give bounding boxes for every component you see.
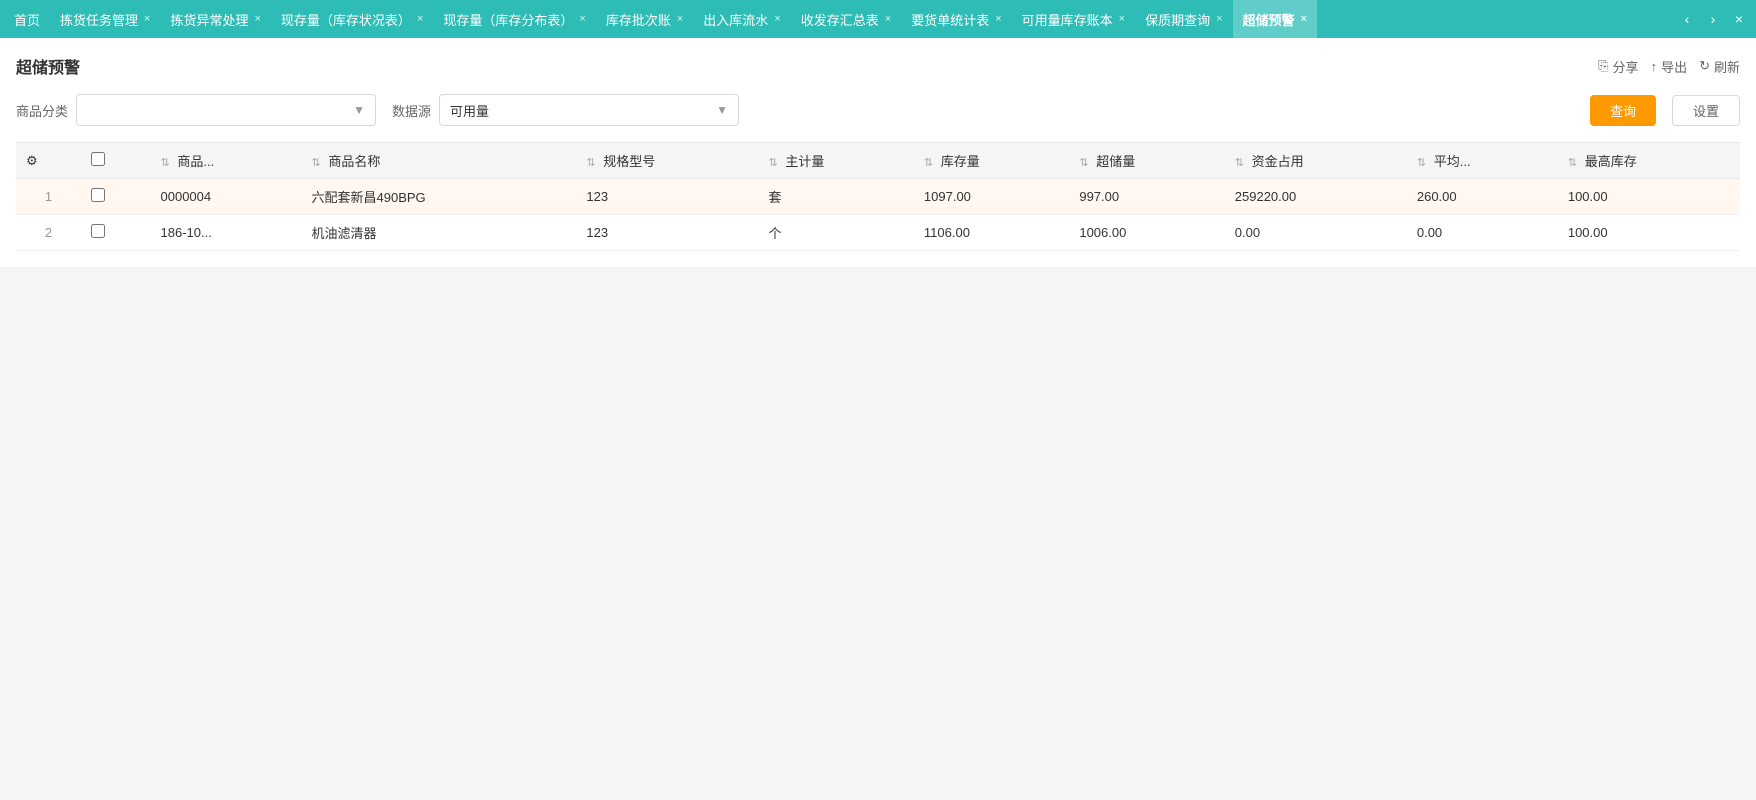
select-all-checkbox[interactable]: [91, 152, 105, 166]
table-row: 1 0000004 六配套新昌490BPG 123 套 1097.00 997.…: [16, 179, 1740, 215]
nav-tab-stock-dist[interactable]: 现存量（库存分布表） ×: [433, 0, 595, 38]
page-container: 超储预警 ⎘ 分享 ↑ 导出 ↻ 刷新 商品分类 ▼ 数据源: [0, 38, 1756, 267]
table-body: 1 0000004 六配套新昌490BPG 123 套 1097.00 997.…: [16, 179, 1740, 251]
row-capital-occ: 259220.00: [1225, 179, 1407, 215]
close-abnormal[interactable]: ×: [254, 13, 260, 25]
datasource-select[interactable]: 可用量 ▼: [439, 94, 739, 126]
category-filter-group: 商品分类 ▼: [16, 94, 376, 126]
th-avg[interactable]: 平均...: [1407, 143, 1558, 179]
row-max-stock: 100.00: [1558, 215, 1740, 251]
filter-right-actions: 查询 设置: [1590, 95, 1740, 126]
header-actions: ⎘ 分享 ↑ 导出 ↻ 刷新: [1598, 57, 1740, 76]
nav-tab-quality[interactable]: 保质期查询 ×: [1135, 0, 1232, 38]
row-spec: 123: [576, 215, 758, 251]
category-select[interactable]: ▼: [76, 94, 376, 126]
row-product-code: 186-10...: [151, 215, 302, 251]
row-stock-qty: 1097.00: [914, 179, 1069, 215]
nav-prev-btn[interactable]: ‹: [1674, 0, 1700, 38]
settings-button[interactable]: 设置: [1672, 95, 1740, 126]
row-overstock-qty: 997.00: [1069, 179, 1224, 215]
nav-tab-stock-status[interactable]: 现存量（库存状况表） ×: [271, 0, 433, 38]
th-capital-occ[interactable]: 资金占用: [1225, 143, 1407, 179]
row-unit: 个: [758, 215, 913, 251]
row-capital-occ: 0.00: [1225, 215, 1407, 251]
th-gear: ⚙: [16, 143, 81, 179]
nav-close-btn[interactable]: ×: [1726, 0, 1752, 38]
close-batch[interactable]: ×: [677, 13, 683, 25]
nav-tab-abnormal[interactable]: 拣货异常处理 ×: [160, 0, 270, 38]
row-checkbox[interactable]: [91, 224, 105, 238]
nav-arrows: ‹ › ×: [1674, 0, 1752, 38]
close-stock-dist[interactable]: ×: [579, 13, 585, 25]
page-title: 超储预警: [16, 54, 80, 78]
datasource-select-value: 可用量: [450, 101, 489, 120]
th-checkbox: [81, 143, 151, 179]
row-checkbox[interactable]: [91, 188, 105, 202]
row-product-name: 六配套新昌490BPG: [302, 179, 577, 215]
datasource-dropdown-icon: ▼: [716, 103, 728, 117]
filter-row: 商品分类 ▼ 数据源 可用量 ▼ 查询 设置: [16, 94, 1740, 126]
table-header: ⚙ 商品... 商品名称 规格型号 主计量 库存量: [16, 143, 1740, 179]
refresh-icon: ↻: [1699, 58, 1710, 74]
table-row: 2 186-10... 机油滤清器 123 个 1106.00 1006.00 …: [16, 215, 1740, 251]
close-quality[interactable]: ×: [1216, 13, 1222, 25]
nav-tab-order-stat[interactable]: 要货单统计表 ×: [901, 0, 1011, 38]
datasource-label: 数据源: [392, 101, 431, 120]
row-max-stock: 100.00: [1558, 179, 1740, 215]
top-nav: 首页 拣货任务管理 × 拣货异常处理 × 现存量（库存状况表） × 现存量（库存…: [0, 0, 1756, 38]
row-checkbox-cell: [81, 179, 151, 215]
close-collect[interactable]: ×: [885, 13, 891, 25]
page-header: 超储预警 ⎘ 分享 ↑ 导出 ↻ 刷新: [16, 54, 1740, 78]
row-stock-qty: 1106.00: [914, 215, 1069, 251]
row-num: 2: [16, 215, 81, 251]
row-product-name: 机油滤清器: [302, 215, 577, 251]
gear-icon[interactable]: ⚙: [26, 153, 38, 168]
close-inout[interactable]: ×: [774, 13, 780, 25]
share-icon: ⎘: [1598, 58, 1608, 74]
nav-tab-available[interactable]: 可用量库存账本 ×: [1012, 0, 1135, 38]
row-num: 1: [16, 179, 81, 215]
row-spec: 123: [576, 179, 758, 215]
nav-tab-task-mgmt[interactable]: 拣货任务管理 ×: [50, 0, 160, 38]
th-product-name[interactable]: 商品名称: [302, 143, 577, 179]
th-stock-qty[interactable]: 库存量: [914, 143, 1069, 179]
close-overstock[interactable]: ×: [1301, 13, 1307, 25]
refresh-button[interactable]: ↻ 刷新: [1699, 57, 1740, 76]
nav-tab-home[interactable]: 首页: [4, 0, 50, 38]
row-checkbox-cell: [81, 215, 151, 251]
share-button[interactable]: ⎘ 分享: [1598, 57, 1638, 76]
close-order-stat[interactable]: ×: [995, 13, 1001, 25]
th-unit[interactable]: 主计量: [758, 143, 913, 179]
row-overstock-qty: 1006.00: [1069, 215, 1224, 251]
datasource-filter-group: 数据源 可用量 ▼: [392, 94, 739, 126]
nav-tab-batch[interactable]: 库存批次账 ×: [596, 0, 693, 38]
th-product-code[interactable]: 商品...: [151, 143, 302, 179]
export-icon: ↑: [1651, 59, 1658, 74]
row-avg: 0.00: [1407, 215, 1558, 251]
close-task-mgmt[interactable]: ×: [144, 13, 150, 25]
row-avg: 260.00: [1407, 179, 1558, 215]
row-product-code: 0000004: [151, 179, 302, 215]
close-stock-status[interactable]: ×: [417, 13, 423, 25]
nav-tab-overstock[interactable]: 超储预警 ×: [1233, 0, 1317, 38]
row-unit: 套: [758, 179, 913, 215]
nav-tab-inout[interactable]: 出入库流水 ×: [693, 0, 790, 38]
close-available[interactable]: ×: [1119, 13, 1125, 25]
nav-tab-collect[interactable]: 收发存汇总表 ×: [791, 0, 901, 38]
data-table: ⚙ 商品... 商品名称 规格型号 主计量 库存量: [16, 142, 1740, 251]
th-overstock-qty[interactable]: 超储量: [1069, 143, 1224, 179]
category-dropdown-icon: ▼: [353, 103, 365, 117]
nav-next-btn[interactable]: ›: [1700, 0, 1726, 38]
th-max-stock[interactable]: 最高库存: [1558, 143, 1740, 179]
th-spec[interactable]: 规格型号: [576, 143, 758, 179]
category-label: 商品分类: [16, 101, 68, 120]
export-button[interactable]: ↑ 导出: [1651, 57, 1688, 76]
query-button[interactable]: 查询: [1590, 95, 1656, 126]
